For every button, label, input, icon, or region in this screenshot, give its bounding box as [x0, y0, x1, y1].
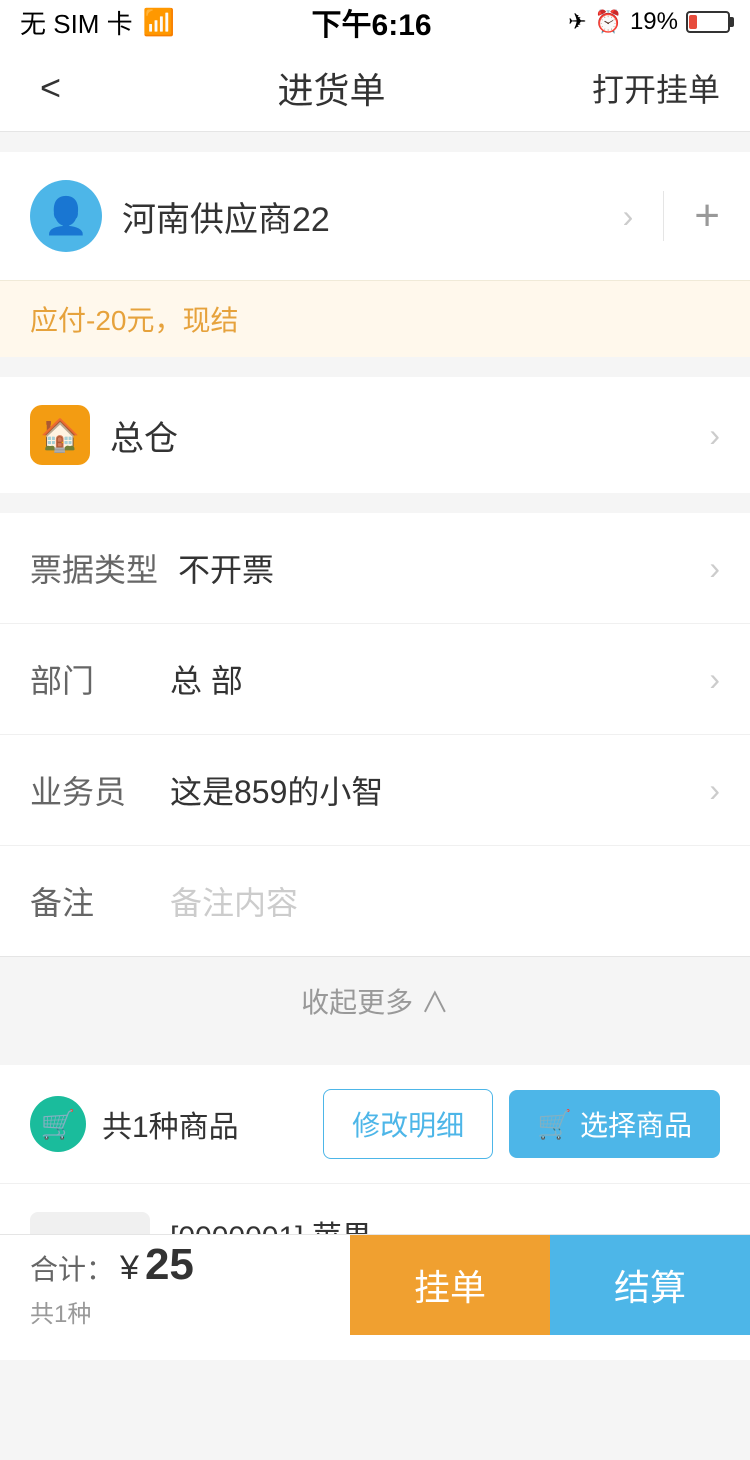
open-pending-button[interactable]: 打开挂单 — [592, 65, 720, 111]
total-amount-display: 合计： ¥ 25 — [30, 1240, 320, 1290]
supplier-divider — [663, 191, 664, 241]
add-supplier-button[interactable]: + — [694, 191, 720, 241]
warehouse-section[interactable]: 🏠 总仓 › — [0, 377, 750, 493]
collapse-bar[interactable]: 收起更多 ∧ — [0, 956, 750, 1045]
select-product-button[interactable]: 🛒 选择商品 — [509, 1090, 720, 1158]
location-icon: ✈ — [568, 9, 586, 35]
department-value: 总 部 — [150, 656, 699, 702]
total-value: 25 — [145, 1240, 194, 1290]
status-time: 下午6:16 — [312, 0, 432, 44]
invoice-type-chevron-icon: › — [709, 550, 720, 587]
select-product-icon: 🛒 — [537, 1108, 572, 1141]
modify-detail-button[interactable]: 修改明细 — [323, 1089, 493, 1159]
salesperson-row[interactable]: 业务员 这是859的小智 › — [0, 734, 750, 845]
status-left: 无 SIM 卡 📶 — [20, 4, 175, 41]
supplier-name: 河南供应商22 — [122, 192, 623, 241]
salesperson-label: 业务员 — [30, 767, 150, 813]
avatar-icon: 👤 — [44, 195, 89, 237]
alarm-icon: ⏰ — [595, 9, 622, 35]
currency-symbol: ¥ — [120, 1249, 139, 1288]
product-header: 🛒 共1种商品 修改明细 🛒 选择商品 — [0, 1065, 750, 1183]
section-gap-1 — [0, 132, 750, 152]
warehouse-name: 总仓 — [110, 411, 699, 460]
total-label: 合计： — [30, 1248, 114, 1288]
invoice-type-value: 不开票 — [158, 545, 699, 591]
department-label: 部门 — [30, 656, 150, 702]
department-chevron-icon: › — [709, 661, 720, 698]
product-count-label: 共1种商品 — [102, 1102, 323, 1146]
supplier-chevron-icon: › — [623, 198, 634, 235]
bottom-bar: 合计： ¥ 25 共1种 挂单 结算 — [0, 1234, 750, 1334]
department-row[interactable]: 部门 总 部 › — [0, 623, 750, 734]
remark-row[interactable]: 备注 备注内容 — [0, 845, 750, 956]
total-section: 合计： ¥ 25 共1种 — [0, 1240, 350, 1329]
invoice-type-row[interactable]: 票据类型 不开票 › — [0, 513, 750, 623]
supplier-row[interactable]: 👤 河南供应商22 › + — [0, 152, 750, 280]
bottom-spacer — [0, 1360, 750, 1460]
salesperson-value: 这是859的小智 — [150, 767, 699, 813]
product-section-icon: 🛒 — [30, 1096, 86, 1152]
invoice-type-label: 票据类型 — [30, 545, 158, 591]
supplier-avatar: 👤 — [30, 180, 102, 252]
total-sub-label: 共1种 — [30, 1294, 320, 1329]
warehouse-row[interactable]: 🏠 总仓 › — [0, 377, 750, 493]
pending-button[interactable]: 挂单 — [350, 1235, 550, 1335]
status-right: ✈ ⏰ 19% — [568, 8, 730, 36]
supplier-section: 👤 河南供应商22 › + 应付-20元，现结 — [0, 152, 750, 357]
page-title: 进货单 — [278, 62, 386, 114]
warehouse-chevron-icon: › — [709, 417, 720, 454]
supplier-notice: 应付-20元，现结 — [0, 280, 750, 357]
salesperson-chevron-icon: › — [709, 772, 720, 809]
section-gap-4 — [0, 1045, 750, 1065]
battery-icon — [686, 11, 730, 33]
section-gap-3 — [0, 493, 750, 513]
remark-label: 备注 — [30, 878, 150, 924]
status-bar: 无 SIM 卡 📶 下午6:16 ✈ ⏰ 19% — [0, 0, 750, 44]
remark-input[interactable]: 备注内容 — [150, 878, 720, 924]
wifi-icon: 📶 — [143, 7, 175, 38]
select-product-label: 选择商品 — [580, 1104, 692, 1144]
checkout-button[interactable]: 结算 — [550, 1235, 750, 1335]
warehouse-icon: 🏠 — [30, 405, 90, 465]
battery-percent: 19% — [630, 8, 678, 36]
section-gap-2 — [0, 357, 750, 377]
back-button[interactable]: < — [30, 57, 71, 119]
carrier-label: 无 SIM 卡 — [20, 4, 133, 41]
form-fields-section: 票据类型 不开票 › 部门 总 部 › 业务员 这是859的小智 › 备注 备注… — [0, 513, 750, 956]
nav-bar: < 进货单 打开挂单 — [0, 44, 750, 132]
